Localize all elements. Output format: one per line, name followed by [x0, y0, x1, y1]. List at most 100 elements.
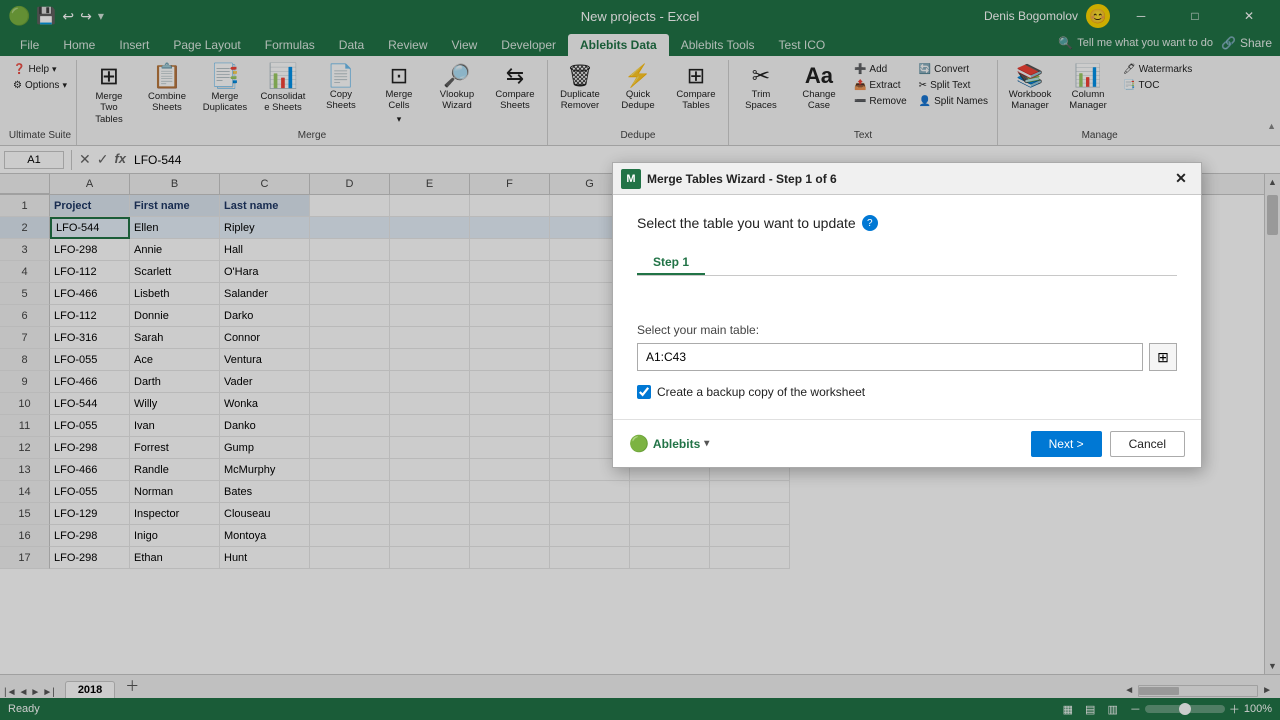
empty-cell[interactable]	[630, 503, 710, 525]
data-cell[interactable]: Hall	[220, 239, 310, 261]
help-btn[interactable]: ❓ Help ▾	[8, 62, 72, 77]
scroll-up-btn[interactable]: ▲	[1265, 174, 1280, 190]
compare-tables-btn[interactable]: ⊞ Compare Tables	[668, 62, 724, 115]
empty-cell[interactable]	[470, 547, 550, 569]
empty-cell[interactable]	[470, 305, 550, 327]
data-cell[interactable]: LFO-466	[50, 459, 130, 481]
empty-cell[interactable]	[310, 239, 390, 261]
data-cell[interactable]: LFO-112	[50, 261, 130, 283]
data-cell[interactable]: Ripley	[220, 217, 310, 239]
step-tab-active[interactable]: Step 1	[637, 251, 705, 275]
empty-cell[interactable]	[470, 393, 550, 415]
data-cell[interactable]: LFO-112	[50, 305, 130, 327]
empty-cell[interactable]	[470, 261, 550, 283]
save-btn[interactable]: 💾	[36, 6, 56, 26]
empty-cell[interactable]	[470, 371, 550, 393]
empty-cell[interactable]	[470, 503, 550, 525]
menu-data[interactable]: Data	[327, 34, 376, 56]
zoom-slider[interactable]	[1145, 705, 1225, 713]
data-cell[interactable]: Montoya	[220, 525, 310, 547]
trim-spaces-btn[interactable]: ✂ Trim Spaces	[733, 62, 789, 115]
data-cell[interactable]: LFO-544	[50, 393, 130, 415]
compare-sheets-btn[interactable]: ⇆ Compare Sheets	[487, 62, 543, 115]
cell-reference-input[interactable]	[4, 151, 64, 169]
data-cell[interactable]: Ellen	[130, 217, 220, 239]
menu-test-ico[interactable]: Test ICO	[767, 34, 838, 56]
quick-dedupe-btn[interactable]: ⚡ Quick Dedupe	[610, 62, 666, 115]
data-cell[interactable]: LFO-298	[50, 547, 130, 569]
workbook-manager-btn[interactable]: 📚 Workbook Manager	[1002, 62, 1058, 115]
data-cell[interactable]: Inigo	[130, 525, 220, 547]
data-cell[interactable]: Gump	[220, 437, 310, 459]
empty-cell[interactable]	[550, 503, 630, 525]
change-case-btn[interactable]: Aa Change Case	[791, 62, 847, 115]
empty-cell[interactable]	[390, 305, 470, 327]
search-bar[interactable]: 🔍 Tell me what you want to do	[1058, 36, 1213, 50]
data-cell[interactable]: Ventura	[220, 349, 310, 371]
empty-cell[interactable]	[710, 503, 790, 525]
empty-cell[interactable]	[310, 415, 390, 437]
data-cell[interactable]: LFO-055	[50, 481, 130, 503]
empty-cell[interactable]	[470, 217, 550, 239]
sheet-nav-prev[interactable]: ◄	[19, 687, 29, 698]
fx-icon[interactable]: fx	[114, 151, 126, 168]
customize-btn[interactable]: ▾	[98, 9, 104, 23]
empty-cell[interactable]	[390, 217, 470, 239]
menu-review[interactable]: Review	[376, 34, 439, 56]
zoom-in-btn[interactable]: ＋	[1229, 701, 1240, 717]
data-cell[interactable]: LFO-298	[50, 437, 130, 459]
empty-cell[interactable]	[390, 349, 470, 371]
data-cell[interactable]: LFO-055	[50, 349, 130, 371]
vlookup-wizard-btn[interactable]: 🔎 Vlookup Wizard	[429, 62, 485, 115]
empty-cell[interactable]	[390, 261, 470, 283]
data-cell[interactable]: LFO-466	[50, 371, 130, 393]
empty-cell[interactable]	[390, 481, 470, 503]
empty-cell[interactable]	[390, 525, 470, 547]
empty-cell[interactable]	[310, 195, 390, 217]
header-cell[interactable]: First name	[130, 195, 220, 217]
convert-btn[interactable]: 🔄 Convert	[914, 62, 993, 77]
zoom-thumb[interactable]	[1179, 703, 1191, 715]
next-btn[interactable]: Next >	[1031, 431, 1102, 457]
empty-cell[interactable]	[390, 547, 470, 569]
add-btn[interactable]: ➕ Add	[849, 62, 912, 77]
data-cell[interactable]: Connor	[220, 327, 310, 349]
close-btn[interactable]: ✕	[1226, 0, 1272, 32]
empty-cell[interactable]	[390, 459, 470, 481]
ablebits-brand[interactable]: 🟢 Ablebits ▾	[629, 434, 709, 454]
empty-cell[interactable]	[310, 393, 390, 415]
scroll-track[interactable]	[1265, 190, 1280, 658]
table-row[interactable]: 16LFO-298InigoMontoya	[0, 525, 1264, 547]
scroll-thumb[interactable]	[1267, 195, 1278, 235]
data-cell[interactable]: Norman	[130, 481, 220, 503]
undo-btn[interactable]: ↩	[62, 8, 74, 25]
watermarks-btn[interactable]: 🖊 Watermarks	[1118, 62, 1197, 77]
data-cell[interactable]: Clouseau	[220, 503, 310, 525]
sheet-nav-first[interactable]: |◄	[4, 687, 17, 698]
data-cell[interactable]: Randle	[130, 459, 220, 481]
empty-cell[interactable]	[550, 481, 630, 503]
data-cell[interactable]: Danko	[220, 415, 310, 437]
data-cell[interactable]: LFO-298	[50, 239, 130, 261]
empty-cell[interactable]	[630, 547, 710, 569]
menu-developer[interactable]: Developer	[489, 34, 568, 56]
copy-sheets-btn[interactable]: 📄 Copy Sheets	[313, 62, 369, 115]
empty-cell[interactable]	[390, 195, 470, 217]
menu-home[interactable]: Home	[51, 34, 107, 56]
data-cell[interactable]: Scarlett	[130, 261, 220, 283]
data-cell[interactable]: LFO-055	[50, 415, 130, 437]
sheet-nav-last[interactable]: ►|	[42, 687, 55, 698]
zoom-out-btn[interactable]: －	[1130, 701, 1141, 717]
header-cell[interactable]: Last name	[220, 195, 310, 217]
hscroll-track[interactable]	[1138, 685, 1258, 697]
sheet-tab-2018[interactable]: 2018	[65, 681, 115, 698]
empty-cell[interactable]	[390, 371, 470, 393]
data-cell[interactable]: Hunt	[220, 547, 310, 569]
empty-cell[interactable]	[710, 525, 790, 547]
empty-cell[interactable]	[390, 239, 470, 261]
maximize-btn[interactable]: □	[1172, 0, 1218, 32]
data-cell[interactable]: Vader	[220, 371, 310, 393]
data-cell[interactable]: Forrest	[130, 437, 220, 459]
empty-cell[interactable]	[390, 415, 470, 437]
hscroll-left[interactable]: ◄	[1120, 683, 1138, 698]
